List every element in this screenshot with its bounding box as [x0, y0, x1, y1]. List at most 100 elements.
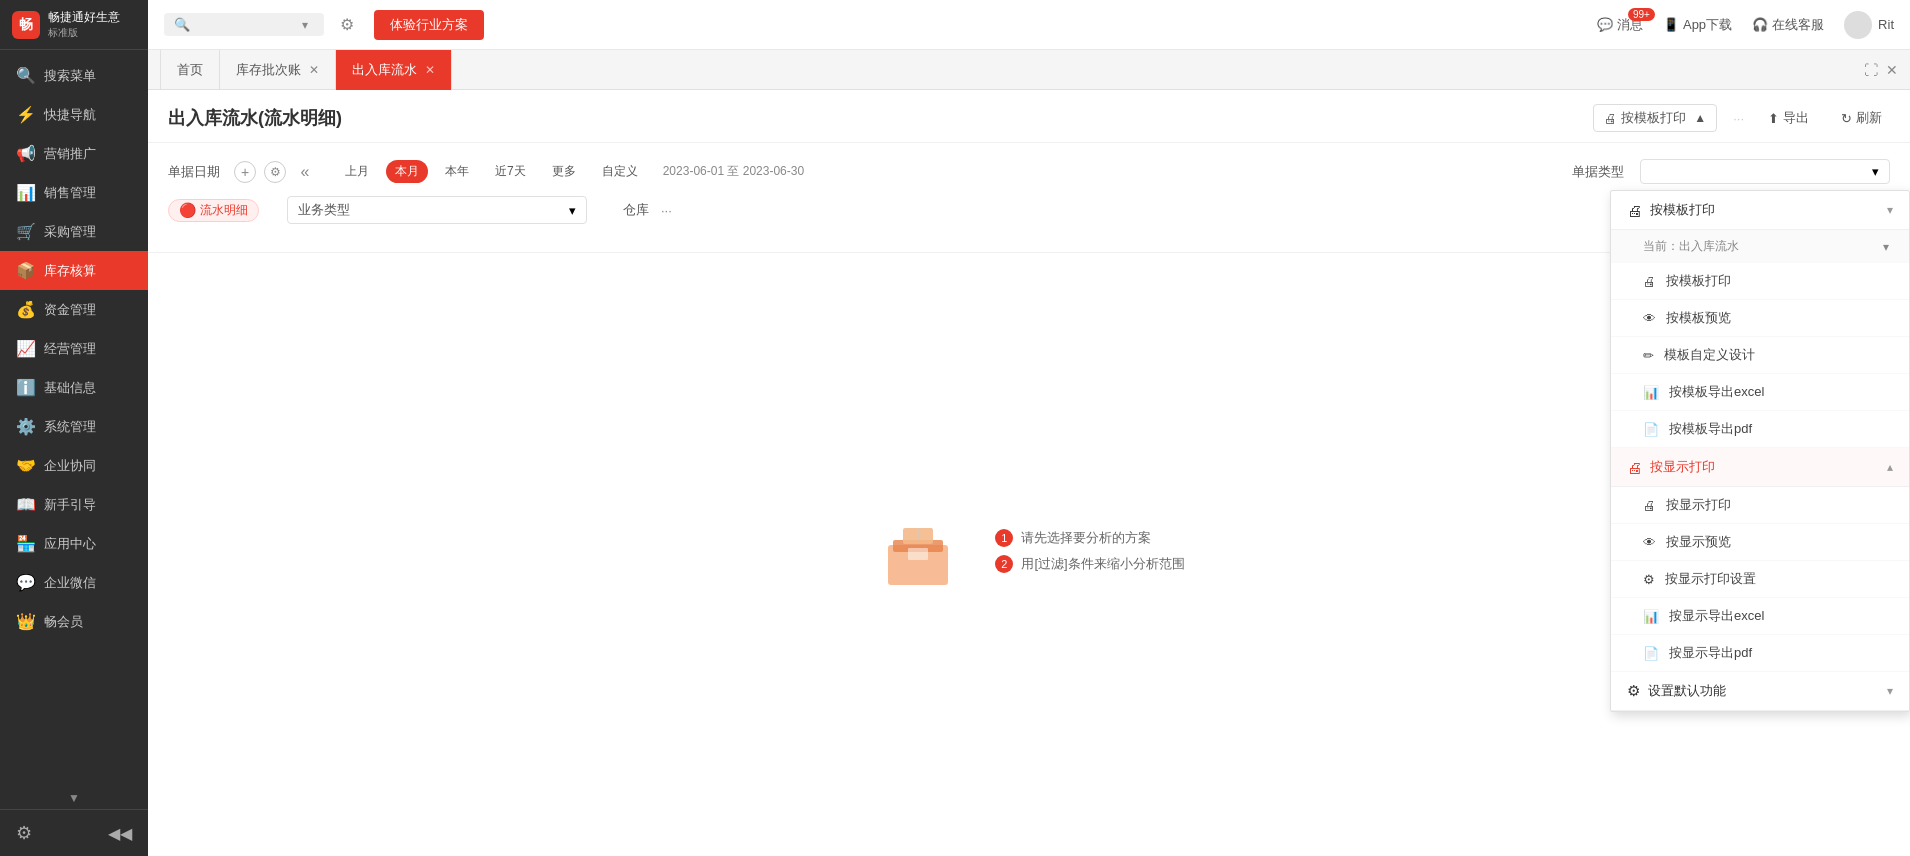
sidebar-settings-icon[interactable]: ⚙	[16, 822, 32, 844]
template-section-arrow: ▾	[1887, 203, 1893, 217]
template-preview-icon: 👁	[1643, 311, 1656, 326]
display-pdf-item-label: 按显示导出pdf	[1669, 644, 1752, 662]
sidebar-item-member[interactable]: 👑畅会员	[0, 602, 148, 641]
add-filter-btn[interactable]: +	[234, 161, 256, 183]
doc-type-select[interactable]: ▾	[1640, 159, 1890, 184]
template-preview-item[interactable]: 👁 按模板预览	[1611, 300, 1909, 337]
template-print-icon: 🖨	[1643, 274, 1656, 289]
date-last-month[interactable]: 上月	[336, 160, 378, 183]
sidebar-item-system[interactable]: ⚙️系统管理	[0, 407, 148, 446]
sidebar-item-sales[interactable]: 📊销售管理	[0, 173, 148, 212]
template-print-item[interactable]: 🖨 按模板打印	[1611, 263, 1909, 300]
messages-btn[interactable]: 💬 消息 99+	[1597, 16, 1643, 34]
filter-controls: 单据日期 + ⚙ «	[168, 161, 316, 183]
page-title: 出入库流水(流水明细)	[168, 106, 342, 130]
tab-batch-account[interactable]: 库存批次账 ✕	[220, 50, 336, 90]
sidebar-item-label: 销售管理	[44, 184, 96, 202]
filter-tag-label: 流水明细	[200, 202, 248, 219]
maximize-icon[interactable]: ⛶	[1864, 62, 1878, 78]
date-this-year[interactable]: 本年	[436, 160, 478, 183]
sidebar-item-basic[interactable]: ℹ️基础信息	[0, 368, 148, 407]
template-excel-item-label: 按模板导出excel	[1669, 383, 1764, 401]
dropdown-display-section[interactable]: 🖨 按显示打印 ▴	[1611, 448, 1909, 487]
sidebar-item-label: 库存核算	[44, 262, 96, 280]
biz-type-select[interactable]: 业务类型 ▾	[287, 196, 587, 224]
sidebar-item-operations[interactable]: 📈经营管理	[0, 329, 148, 368]
close-window-icon[interactable]: ✕	[1886, 62, 1898, 78]
display-settings-item[interactable]: ⚙ 按显示打印设置	[1611, 561, 1909, 598]
date-7days[interactable]: 近7天	[486, 160, 535, 183]
sidebar-collapse-icon[interactable]: ◀◀	[108, 824, 132, 843]
display-preview-item[interactable]: 👁 按显示预览	[1611, 524, 1909, 561]
sidebar-item-marketing[interactable]: 📢营销推广	[0, 134, 148, 173]
step-1-num: 1	[995, 529, 1013, 547]
header-gear-icon[interactable]: ⚙	[340, 15, 354, 34]
template-pdf-item[interactable]: 📄 按模板导出pdf	[1611, 411, 1909, 448]
refresh-btn[interactable]: ↻ 刷新	[1833, 105, 1890, 131]
sidebar-item-search[interactable]: 🔍搜索菜单	[0, 56, 148, 95]
filter-action-btns: + ⚙ «	[234, 161, 316, 183]
display-excel-icon: 📊	[1643, 609, 1659, 624]
dropdown-template-section[interactable]: 🖨 按模板打印 ▾	[1611, 191, 1909, 230]
search-input[interactable]	[196, 17, 296, 32]
date-custom[interactable]: 自定义	[593, 160, 647, 183]
header-search-box[interactable]: 🔍 ▾	[164, 13, 324, 36]
collapse-filter-icon[interactable]: «	[294, 161, 316, 183]
tab-home[interactable]: 首页	[160, 50, 220, 90]
sidebar-item-label: 企业协同	[44, 457, 96, 475]
display-print-item[interactable]: 🖨 按显示打印	[1611, 487, 1909, 524]
industry-btn[interactable]: 体验行业方案	[374, 10, 484, 40]
sidebar-item-purchase[interactable]: 🛒采购管理	[0, 212, 148, 251]
warehouse-select[interactable]: ···	[657, 203, 672, 218]
sidebar-item-cooperation[interactable]: 🤝企业协同	[0, 446, 148, 485]
app-download-btn[interactable]: 📱 App下载	[1663, 16, 1732, 34]
export-btn[interactable]: ⬆ 导出	[1760, 105, 1817, 131]
template-design-item[interactable]: ✏ 模板自定义设计	[1611, 337, 1909, 374]
template-pdf-item-label: 按模板导出pdf	[1669, 420, 1752, 438]
print-btn-label: 按模板打印	[1621, 109, 1686, 127]
print-btn-group[interactable]: 🖨 按模板打印 ▲	[1593, 104, 1717, 132]
sidebar-item-app-center[interactable]: 🏪应用中心	[0, 524, 148, 563]
printer-icon: 🖨	[1604, 111, 1617, 126]
system-icon: ⚙️	[16, 417, 36, 436]
default-section-arrow: ▾	[1887, 684, 1893, 698]
date-this-month[interactable]: 本月	[386, 160, 428, 183]
search-dropdown-icon: ▾	[302, 18, 308, 32]
date-more[interactable]: 更多	[543, 160, 585, 183]
template-design-icon: ✏	[1643, 348, 1654, 363]
dropdown-default-section[interactable]: ⚙ 设置默认功能 ▾	[1611, 672, 1909, 711]
inventory-icon: 📦	[16, 261, 36, 280]
sidebar-item-label: 搜索菜单	[44, 67, 96, 85]
online-service-btn[interactable]: 🎧 在线客服	[1752, 16, 1824, 34]
username-label: Rit	[1878, 17, 1894, 32]
display-pdf-item[interactable]: 📄 按显示导出pdf	[1611, 635, 1909, 672]
logo-icon: 畅	[12, 11, 40, 39]
tab-close-inout[interactable]: ✕	[425, 63, 435, 77]
display-excel-item[interactable]: 📊 按显示导出excel	[1611, 598, 1909, 635]
avatar	[1844, 11, 1872, 39]
user-profile[interactable]: Rit	[1844, 11, 1894, 39]
tab-inout-flow[interactable]: 出入库流水 ✕	[336, 50, 452, 90]
warehouse-label: 仓库	[623, 201, 649, 219]
sidebar-item-finance[interactable]: 💰资金管理	[0, 290, 148, 329]
template-excel-item[interactable]: 📊 按模板导出excel	[1611, 374, 1909, 411]
basic-icon: ℹ️	[16, 378, 36, 397]
sidebar: 畅 畅捷通好生意 标准版 🔍搜索菜单⚡快捷导航📢营销推广📊销售管理🛒采购管理📦库…	[0, 0, 148, 856]
print-expand-icon[interactable]: ▲	[1694, 111, 1706, 125]
sidebar-scroll-down[interactable]: ▼	[0, 787, 148, 809]
template-section-icon: 🖨	[1627, 202, 1642, 219]
step-2-num: 2	[995, 555, 1013, 573]
sidebar-item-quick-nav[interactable]: ⚡快捷导航	[0, 95, 148, 134]
sidebar-item-guide[interactable]: 📖新手引导	[0, 485, 148, 524]
display-preview-item-label: 按显示预览	[1666, 533, 1731, 551]
display-print-item-label: 按显示打印	[1666, 496, 1731, 514]
template-excel-icon: 📊	[1643, 385, 1659, 400]
step-1: 1 请先选择要分析的方案	[995, 529, 1184, 547]
sidebar-item-wechat[interactable]: 💬企业微信	[0, 563, 148, 602]
display-section-label: 🖨 按显示打印	[1627, 458, 1715, 476]
tab-close-batch[interactable]: ✕	[309, 63, 319, 77]
display-pdf-icon: 📄	[1643, 646, 1659, 661]
filter-settings-btn[interactable]: ⚙	[264, 161, 286, 183]
default-label: 设置默认功能	[1648, 682, 1726, 700]
sidebar-item-inventory[interactable]: 📦 库存核算	[0, 251, 148, 290]
